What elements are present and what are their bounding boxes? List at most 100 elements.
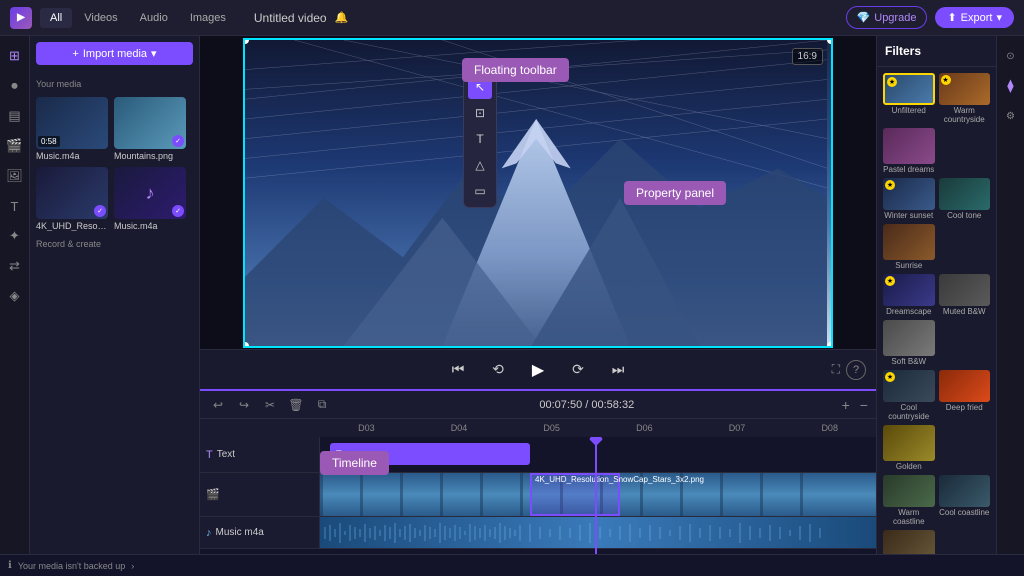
- sidebar-item-templates[interactable]: ▤: [3, 104, 27, 128]
- media-grid: Your media 0:58 Music.m4a ✓ Mountains.pn…: [30, 71, 199, 554]
- tab-videos[interactable]: Videos: [74, 8, 127, 28]
- tab-all[interactable]: All: [40, 8, 72, 28]
- video-track-content[interactable]: 4K_UHD_Resolution_SnowCap_Stars_3x2.png: [320, 473, 876, 516]
- filter-dreamscape[interactable]: ★ Dreamscape: [883, 274, 935, 316]
- filter-cool-tone[interactable]: Cool tone: [939, 178, 991, 220]
- ruler-mark-d05: D05: [505, 423, 598, 433]
- filter-unfiltered[interactable]: ★ Unfiltered: [883, 73, 935, 124]
- sidebar-item-text[interactable]: T: [3, 194, 27, 218]
- sidebar-item-graphics[interactable]: ✦: [3, 224, 27, 248]
- sidebar-item-media[interactable]: ⊞: [3, 44, 27, 68]
- tool-shape[interactable]: ▭: [468, 179, 492, 203]
- filter-row: Golden: [883, 425, 990, 471]
- filter-muted-bw[interactable]: Muted B&W: [939, 274, 991, 316]
- audio-track-content[interactable]: [320, 517, 876, 548]
- cut-button[interactable]: ✂: [260, 395, 280, 415]
- media-panel-header: + Import media ▾: [30, 36, 199, 71]
- filters-grid: ★ Unfiltered ★ Warm countryside Pastel d…: [877, 67, 996, 554]
- upgrade-button[interactable]: 💎 Upgrade: [846, 6, 928, 29]
- list-item[interactable]: 0:58 Music.m4a: [36, 97, 108, 161]
- tool-draw[interactable]: △: [468, 153, 492, 177]
- aspect-ratio-badge: 16:9: [792, 48, 823, 65]
- filter-old-western[interactable]: Old Western: [883, 530, 935, 554]
- ruler-mark-d03: D03: [320, 423, 413, 433]
- thumb-label: Music.m4a: [36, 151, 108, 161]
- track-label-audio: ♪ Music m4a: [200, 517, 320, 548]
- step-forward-button[interactable]: ⟳: [566, 358, 590, 382]
- filter-label: Unfiltered: [883, 106, 935, 115]
- ruler-mark-d07: D07: [691, 423, 784, 433]
- top-bar-right: 💎 Upgrade ⬆ Export ▾: [846, 6, 1014, 29]
- filter-label: Warm coastline: [883, 508, 935, 526]
- duplicate-button[interactable]: ⧉: [312, 395, 332, 415]
- music-icon: ♪: [206, 527, 212, 539]
- video-clip-label: 4K_UHD_Resolution_SnowCap_Stars_3x2.png: [535, 475, 704, 484]
- tool-text[interactable]: T: [468, 127, 492, 151]
- filter-winter-sunset[interactable]: ★ Winter sunset: [883, 178, 935, 220]
- resize-handle-br[interactable]: [827, 342, 833, 348]
- sidebar-item-filters[interactable]: ⧫: [999, 74, 1023, 98]
- tab-images[interactable]: Images: [180, 8, 236, 28]
- track-label-text: T Text: [200, 437, 320, 472]
- filter-row: Old Western: [883, 530, 990, 554]
- backup-arrow-icon: ›: [131, 561, 134, 571]
- timeline-minus-button[interactable]: −: [860, 397, 868, 413]
- sidebar-item-brand[interactable]: ◈: [3, 284, 27, 308]
- help-button[interactable]: ?: [846, 360, 866, 380]
- filter-label: Dreamscape: [883, 307, 935, 316]
- filter-label: Winter sunset: [883, 211, 935, 220]
- filter-label: Pastel dreams: [883, 165, 935, 174]
- sidebar-item-tune[interactable]: ⊙: [999, 44, 1023, 68]
- tab-audio[interactable]: Audio: [130, 8, 178, 28]
- thumb-duration: 0:58: [38, 136, 60, 147]
- sidebar-item-stock-video[interactable]: 🎬: [3, 134, 27, 158]
- media-type-tabs: All Videos Audio Images: [40, 8, 236, 28]
- thumb-label: Mountains.png: [114, 151, 186, 161]
- filter-soft-bw[interactable]: Soft B&W: [883, 320, 935, 366]
- filter-row: ★ Winter sunset Cool tone: [883, 178, 990, 220]
- import-media-button[interactable]: + Import media ▾: [36, 42, 193, 65]
- check-icon: ✓: [172, 135, 184, 147]
- filter-row: Warm coastline Cool coastline: [883, 475, 990, 526]
- backup-status: Your media isn't backed up: [18, 561, 125, 571]
- skip-to-start-button[interactable]: ⏮: [446, 358, 470, 382]
- sidebar-item-record[interactable]: ⏺: [3, 74, 27, 98]
- filter-fav-badge: ★: [885, 180, 895, 190]
- filter-cool-countryside[interactable]: ★ Cool countryside: [883, 370, 935, 421]
- ruler-mark-d06: D06: [598, 423, 691, 433]
- add-track-button[interactable]: +: [842, 397, 850, 413]
- step-back-button[interactable]: ⟲: [486, 358, 510, 382]
- redo-button[interactable]: ↪: [234, 395, 254, 415]
- skip-to-end-button[interactable]: ⏭: [606, 358, 630, 382]
- list-item[interactable]: ✓ 4K_UHD_Resolutio...: [36, 167, 108, 231]
- filter-sunrise[interactable]: Sunrise: [883, 224, 935, 270]
- filter-deep-fried[interactable]: Deep fried: [939, 370, 991, 421]
- filter-warm-coastline[interactable]: Warm coastline: [883, 475, 935, 526]
- sidebar-item-stock-images[interactable]: 🖼: [3, 164, 27, 188]
- filter-pastel-dreams[interactable]: Pastel dreams: [883, 128, 935, 174]
- filter-cool-coastline[interactable]: Cool coastline: [939, 475, 991, 526]
- filter-row: Pastel dreams: [883, 128, 990, 174]
- audio-waveform: [320, 517, 876, 548]
- resize-handle-tr[interactable]: [827, 38, 833, 44]
- top-bar: ▶ All Videos Audio Images Untitled video…: [0, 0, 1024, 36]
- export-button[interactable]: ⬆ Export ▾: [935, 7, 1014, 28]
- filter-golden[interactable]: Golden: [883, 425, 935, 471]
- list-item[interactable]: ♪ ✓ Music.m4a: [114, 167, 186, 231]
- text-clip[interactable]: Text: [330, 443, 530, 465]
- delete-button[interactable]: 🗑: [286, 395, 306, 415]
- sidebar-item-transitions[interactable]: ⇄: [3, 254, 27, 278]
- app-logo: ▶: [10, 7, 32, 29]
- tool-crop[interactable]: ⊡: [468, 101, 492, 125]
- right-sidebar: ⊙ ⧫ ⚙: [996, 36, 1024, 554]
- sidebar-item-adjust[interactable]: ⚙: [999, 104, 1023, 128]
- list-item[interactable]: ✓ Mountains.png: [114, 97, 186, 161]
- undo-button[interactable]: ↩: [208, 395, 228, 415]
- playhead[interactable]: [595, 437, 597, 554]
- left-sidebar: ⊞ ⏺ ▤ 🎬 🖼 T ✦ ⇄ ◈: [0, 36, 30, 554]
- filter-label: Warm countryside: [939, 106, 991, 124]
- fullscreen-button[interactable]: ⛶: [832, 362, 840, 377]
- text-track-icon: T: [206, 449, 213, 461]
- play-button[interactable]: ▶: [526, 358, 550, 382]
- filter-warm-countryside[interactable]: ★ Warm countryside: [939, 73, 991, 124]
